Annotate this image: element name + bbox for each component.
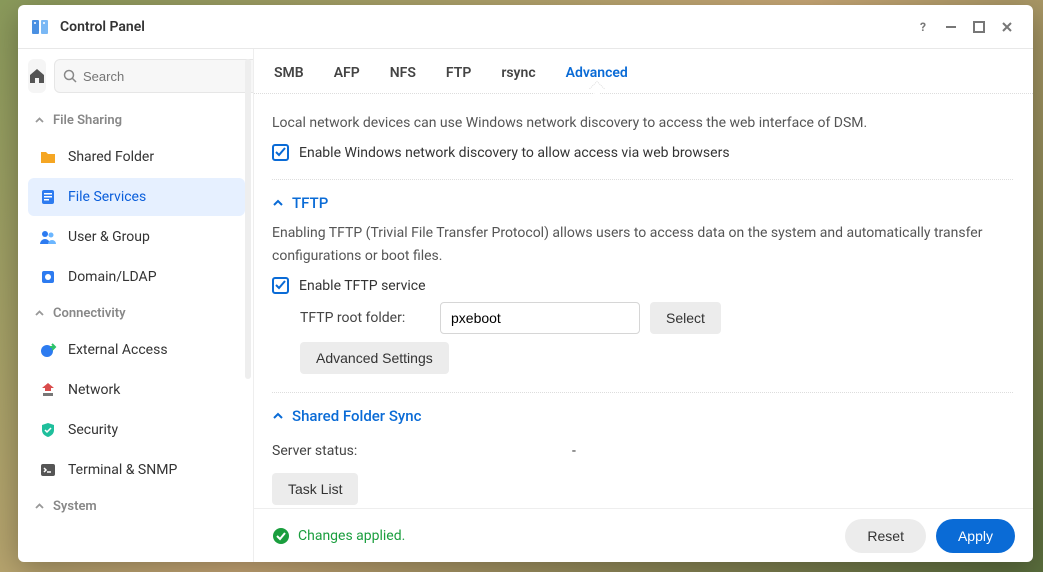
content: SMB AFP NFS FTP rsync Advanced Local network …: [254, 49, 1033, 562]
tab-bar: SMB AFP NFS FTP rsync Advanced: [254, 49, 1033, 94]
domain-icon: [38, 267, 58, 287]
sidebar-item-label: Terminal & SNMP: [68, 462, 177, 478]
section-header[interactable]: System: [28, 491, 245, 522]
globe-icon: [38, 340, 58, 360]
svg-text:?: ?: [920, 20, 926, 34]
close-button[interactable]: [993, 13, 1021, 41]
tab-advanced[interactable]: Advanced: [564, 61, 630, 93]
body: File Sharing Shared Folder File Services Us…: [18, 49, 1033, 562]
task-list-button[interactable]: Task List: [272, 473, 358, 505]
check-circle-icon: [272, 527, 290, 545]
server-status-value: -: [572, 443, 576, 459]
sync-section-header[interactable]: Shared Folder Sync: [272, 393, 1013, 435]
app-icon: [30, 17, 50, 37]
home-icon: [28, 67, 46, 85]
content-scroll[interactable]: Local network devices can use Windows ne…: [254, 94, 1033, 508]
titlebar: Control Panel ?: [18, 5, 1033, 49]
network-icon: [38, 380, 58, 400]
minimize-button[interactable]: [937, 13, 965, 41]
discovery-description: Local network devices can use Windows ne…: [272, 112, 1013, 134]
discovery-checkbox[interactable]: [272, 144, 289, 161]
search-icon: [63, 69, 77, 83]
window: Control Panel ? File Sharing Shared Folde…: [18, 5, 1033, 562]
tftp-advanced-button[interactable]: Advanced Settings: [300, 342, 449, 374]
sidebar-item-terminal-snmp[interactable]: Terminal & SNMP: [28, 451, 245, 489]
section-label: System: [53, 499, 97, 514]
status-message: Changes applied.: [272, 527, 835, 545]
sidebar-scrollbar[interactable]: [245, 59, 251, 379]
server-status-label: Server status:: [272, 443, 572, 459]
sidebar-item-label: Network: [68, 382, 120, 398]
sidebar-item-label: File Services: [68, 189, 146, 205]
tftp-root-label: TFTP root folder:: [300, 310, 430, 326]
tab-smb[interactable]: SMB: [272, 61, 306, 93]
section-header[interactable]: File Sharing: [28, 105, 245, 136]
tftp-enable-label: Enable TFTP service: [299, 278, 426, 294]
sidebar: File Sharing Shared Folder File Services Us…: [18, 49, 254, 562]
terminal-icon: [38, 460, 58, 480]
home-button[interactable]: [28, 59, 46, 93]
chevron-up-icon: [34, 308, 45, 319]
chevron-up-icon: [272, 197, 284, 209]
section-header[interactable]: Connectivity: [28, 298, 245, 329]
tftp-root-input[interactable]: [440, 302, 640, 334]
sidebar-item-label: External Access: [68, 342, 168, 358]
sidebar-item-network[interactable]: Network: [28, 371, 245, 409]
sync-title: Shared Folder Sync: [292, 407, 421, 425]
sidebar-item-external-access[interactable]: External Access: [28, 331, 245, 369]
tab-nfs[interactable]: NFS: [388, 61, 418, 93]
section-label: File Sharing: [53, 113, 122, 128]
tftp-section-header[interactable]: TFTP: [272, 180, 1013, 222]
reset-button[interactable]: Reset: [845, 519, 926, 553]
tab-ftp[interactable]: FTP: [444, 61, 473, 93]
apply-button[interactable]: Apply: [936, 519, 1015, 553]
chevron-up-icon: [34, 115, 45, 126]
sidebar-item-shared-folder[interactable]: Shared Folder: [28, 138, 245, 176]
tab-rsync[interactable]: rsync: [499, 61, 537, 93]
folder-icon: [38, 147, 58, 167]
tftp-enable-checkbox[interactable]: [272, 277, 289, 294]
sidebar-item-file-services[interactable]: File Services: [28, 178, 245, 216]
file-icon: [38, 187, 58, 207]
sidebar-item-label: Security: [68, 422, 118, 438]
maximize-button[interactable]: [965, 13, 993, 41]
tab-afp[interactable]: AFP: [332, 61, 362, 93]
chevron-up-icon: [34, 501, 45, 512]
footer: Changes applied. Reset Apply: [254, 508, 1033, 562]
sidebar-item-security[interactable]: Security: [28, 411, 245, 449]
discovery-checkbox-label: Enable Windows network discovery to allo…: [299, 145, 730, 161]
sidebar-item-user-group[interactable]: User & Group: [28, 218, 245, 256]
section-label: Connectivity: [53, 306, 126, 321]
tftp-title: TFTP: [292, 194, 328, 212]
tftp-select-button[interactable]: Select: [650, 302, 721, 334]
window-title: Control Panel: [60, 19, 909, 35]
sidebar-item-label: Domain/LDAP: [68, 269, 157, 285]
users-icon: [38, 227, 58, 247]
tftp-description: Enabling TFTP (Trivial File Transfer Pro…: [272, 222, 1013, 267]
sidebar-item-label: Shared Folder: [68, 149, 154, 165]
search-field[interactable]: [54, 59, 254, 93]
sidebar-item-label: User & Group: [68, 229, 150, 245]
help-button[interactable]: ?: [909, 13, 937, 41]
search-input[interactable]: [83, 69, 254, 84]
chevron-up-icon: [272, 410, 284, 422]
sidebar-item-domain-ldap[interactable]: Domain/LDAP: [28, 258, 245, 296]
shield-icon: [38, 420, 58, 440]
